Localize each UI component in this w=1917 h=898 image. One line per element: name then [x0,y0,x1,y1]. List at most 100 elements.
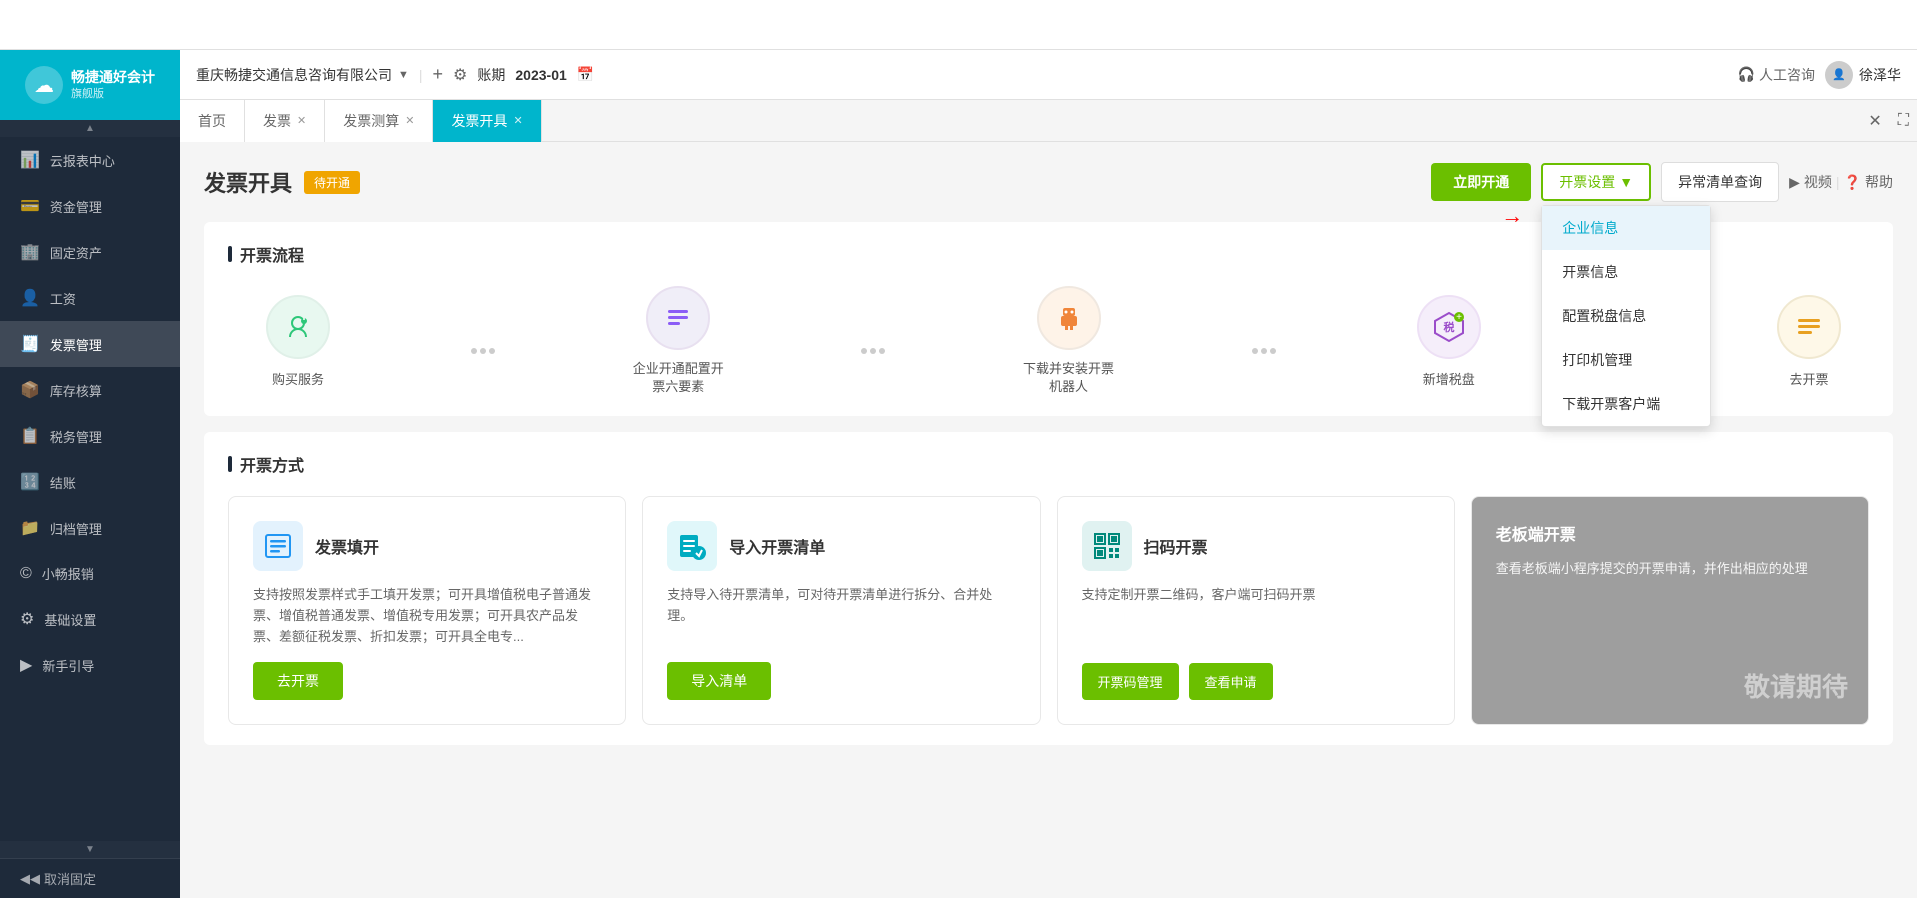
tab-expand-button[interactable]: ⛶ [1890,112,1917,130]
flow-step-2: 企业开通配置开票六要素 [618,286,738,396]
red-arrow-indicator: → [1501,203,1523,229]
sidebar-item-guidang[interactable]: 📁 归档管理 [0,505,180,551]
tab-home[interactable]: 首页 [180,100,245,142]
video-play-icon: ▶ [1789,174,1800,191]
period-label: 账期 [477,65,505,85]
fill-method-icon [253,521,303,571]
overlay-text: 敬请期待 [1744,667,1848,704]
goto-invoice-button[interactable]: 去开票 [253,662,343,700]
methods-section: 开票方式 [204,432,1893,744]
sidebar-item-guding[interactable]: 🏢 固定资产 [0,229,180,275]
sidebar-item-kucun[interactable]: 📦 库存核算 [0,367,180,413]
abnormal-button[interactable]: 异常清单查询 [1661,162,1779,202]
help-circle-icon: ❓ [1844,174,1861,191]
sidebar-item-label: 归档管理 [50,519,102,538]
flow-step-4: 税 + 新增税盘 [1399,295,1499,388]
boss-method-title: 老板端开票 [1496,521,1576,545]
dropdown-item-peizhi[interactable]: 配置税盘信息 [1542,294,1710,338]
settings-gear-button[interactable]: ⚙ [453,65,467,85]
sidebar-item-label: 结账 [50,473,76,492]
user-info[interactable]: 👤 徐泽华 [1825,61,1901,89]
sidebar-item-zijin[interactable]: 💳 资金管理 [0,183,180,229]
calendar-icon[interactable]: 📅 [577,66,594,83]
step2-label: 企业开通配置开票六要素 [628,360,728,396]
username: 徐泽华 [1859,65,1901,85]
sidebar-item-label: 云报表中心 [50,151,115,170]
sidebar-item-xiaochang[interactable]: © 小畅报销 [0,551,180,596]
consult-btn[interactable]: 🎧 人工咨询 [1738,65,1815,85]
dropdown-item-dayin[interactable]: 打印机管理 [1542,338,1710,382]
logo-name: 畅捷通好会计 [71,69,155,86]
import-list-button[interactable]: 导入清单 [667,662,771,700]
xinshou-icon: ▶ [20,655,32,675]
settings-button[interactable]: 开票设置 ▼ [1541,163,1651,201]
tab-home-label: 首页 [198,111,226,131]
qrcode-manage-button[interactable]: 开票码管理 [1082,663,1179,700]
sidebar-scroll-up[interactable]: ▲ [0,120,180,137]
period-value: 2023-01 [515,67,566,83]
status-badge: 待开通 [304,171,360,194]
yunbao-icon: 📊 [20,150,40,170]
sidebar-item-gongzi[interactable]: 👤 工资 [0,275,180,321]
view-apply-button[interactable]: 查看申请 [1189,663,1273,700]
shuiwu-icon: 📋 [20,426,40,446]
scan-method-desc: 支持定制开票二维码，客户端可扫码开票 [1082,585,1430,648]
sidebar-item-label: 税务管理 [50,427,102,446]
company-name: 重庆畅捷交通信息咨询有限公司 [196,65,392,85]
company-selector[interactable]: 重庆畅捷交通信息咨询有限公司 ▼ [196,65,409,85]
tab-fapiao-close[interactable]: ✕ [297,114,306,127]
tab-fapiao[interactable]: 发票 ✕ [245,100,325,142]
scan-method-title: 扫码开票 [1144,534,1208,558]
sidebar-item-label: 发票管理 [50,335,102,354]
sidebar-item-jiezhang[interactable]: 🔢 结账 [0,459,180,505]
sep1: | [419,67,423,83]
tab-fapiaokaiju[interactable]: 发票开具 ✕ [433,100,541,142]
sidebar-scroll-down[interactable]: ▼ [0,841,180,858]
tab-kaiju-label: 发票开具 [451,111,507,131]
step5-label: 去开票 [1789,369,1828,388]
sidebar-item-jichushezhi[interactable]: ⚙ 基础设置 [0,596,180,642]
dropdown-item-kaipiao[interactable]: 开票信息 [1542,250,1710,294]
help-button[interactable]: 帮助 [1865,172,1893,192]
video-button[interactable]: 视频 [1804,172,1832,192]
sidebar-item-fapiao[interactable]: 🧾 发票管理 [0,321,180,367]
sidebar-item-label: 资金管理 [50,197,102,216]
settings-chevron-icon: ▼ [1619,174,1633,190]
step3-label: 下载并安装开票机器人 [1019,360,1119,396]
page-title: 发票开具 [204,166,292,198]
logo-area: ☁ 畅捷通好会计 旗舰版 [0,50,180,120]
method-card-fill: 发票填开 支持按照发票样式手工填开发票；可开具增值税电子普通发票、增值税普通发票… [228,496,626,724]
import-method-icon [667,521,717,571]
step4-label: 新增税盘 [1423,369,1475,388]
fill-method-desc: 支持按照发票样式手工填开发票；可开具增值税电子普通发票、增值税普通发票、增值税专… [253,585,601,647]
activate-button[interactable]: 立即开通 [1431,163,1531,201]
sidebar-item-label: 工资 [50,289,76,308]
tab-kaiju-close[interactable]: ✕ [513,114,522,127]
topbar: 重庆畅捷交通信息咨询有限公司 ▼ | + ⚙ 账期 2023-01 📅 🎧 人工… [180,50,1917,100]
add-tab-button[interactable]: + [433,64,444,85]
tab-bar: 首页 发票 ✕ 发票测算 ✕ 发票开具 ✕ ✕ ⛶ [180,100,1917,142]
guidang-icon: 📁 [20,518,40,538]
fill-method-title: 发票填开 [315,534,379,558]
sidebar: ☁ 畅捷通好会计 旗舰版 ▲ 📊 云报表中心 💳 资金管理 🏢 固定资产 � [0,50,180,898]
gongzi-icon: 👤 [20,288,40,308]
sidebar-item-label: 库存核算 [50,381,102,400]
sidebar-cancel-fixed[interactable]: ◀◀ 取消固定 [0,858,180,898]
method-card-import: 导入开票清单 支持导入待开票清单，可对待开票清单进行拆分、合并处理。 导入清单 [642,496,1040,724]
jichushezhi-icon: ⚙ [20,609,34,629]
tab-close-button[interactable]: ✕ [1860,111,1889,131]
tab-cesuan-close[interactable]: ✕ [405,114,414,127]
page-content: 发票开具 待开通 立即开通 开票设置 ▼ 企业信息 [180,142,1917,898]
flow-step-5: 去开票 [1769,295,1849,388]
dropdown-item-qiye[interactable]: 企业信息 [1542,206,1710,250]
zijin-icon: 💳 [20,196,40,216]
sidebar-item-xinshouyindao[interactable]: ▶ 新手引导 [0,642,180,688]
settings-dropdown: 企业信息 开票信息 配置税盘信息 打印机管理 [1541,205,1711,427]
step1-label: 购买服务 [272,369,324,388]
guding-icon: 🏢 [20,242,40,262]
dropdown-item-xiazai[interactable]: 下载开票客户端 [1542,382,1710,426]
sidebar-item-yunbao[interactable]: 📊 云报表中心 [0,137,180,183]
headset-icon: 🎧 [1738,66,1755,83]
sidebar-item-shuiwu[interactable]: 📋 税务管理 [0,413,180,459]
tab-fapiaocesuan[interactable]: 发票测算 ✕ [325,100,433,142]
